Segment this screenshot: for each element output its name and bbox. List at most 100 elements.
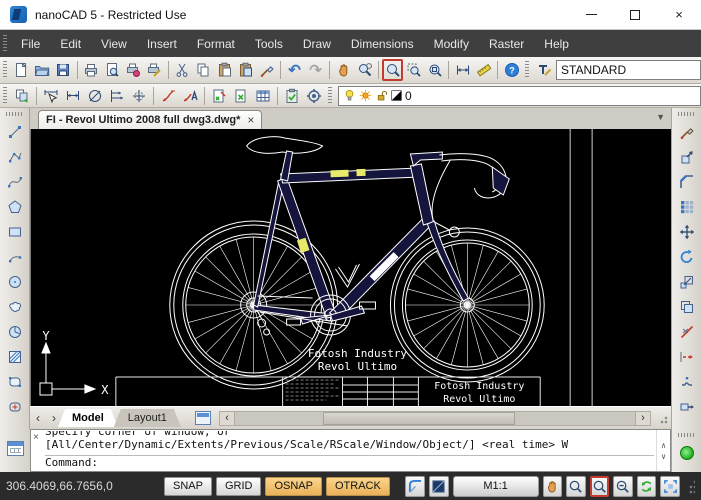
scroll-left-button[interactable]: ‹ [219, 411, 235, 426]
command-history[interactable]: Specify corner of window, or [All/Center… [45, 431, 654, 456]
scale-button[interactable] [674, 269, 700, 294]
calendar-icon[interactable] [7, 441, 24, 456]
boundary-button[interactable] [2, 394, 28, 419]
viewport-toggle-button[interactable] [429, 476, 449, 497]
text-style-button[interactable] [533, 59, 554, 81]
scroll-up-icon[interactable]: ∧ [661, 441, 666, 450]
snap-toggle[interactable]: SNAP [164, 477, 212, 496]
layer-combo[interactable]: 0 [338, 86, 701, 106]
menu-format[interactable]: Format [187, 30, 245, 57]
copy-obj-button[interactable] [674, 294, 700, 319]
scroll-track[interactable] [235, 411, 635, 426]
leader-button[interactable] [157, 85, 179, 107]
tab-layout1[interactable]: Layout1 [114, 409, 181, 427]
print-preview-button[interactable] [102, 59, 123, 81]
scroll-right-button[interactable]: › [635, 411, 651, 426]
layers-toolbar-grip[interactable] [328, 87, 332, 105]
dock-grip[interactable] [678, 433, 696, 437]
zoom-extents-button[interactable] [424, 59, 445, 81]
rotate-button[interactable] [674, 244, 700, 269]
horizontal-scrollbar[interactable]: ‹ › [219, 410, 651, 427]
document-close-icon[interactable]: × [247, 114, 254, 126]
attach-xref-button[interactable] [208, 85, 230, 107]
print-button[interactable] [81, 59, 102, 81]
layer-color-swatch[interactable] [391, 90, 402, 101]
layer-freeze-icon[interactable] [359, 89, 372, 102]
leader-text-button[interactable] [179, 85, 201, 107]
xref-button[interactable] [230, 85, 252, 107]
layer-lock-icon[interactable] [375, 89, 388, 102]
maximize-button[interactable] [613, 0, 657, 29]
undo-button[interactable]: ↶ [284, 59, 305, 81]
dim-diameter-button[interactable] [84, 85, 106, 107]
save-button[interactable] [53, 59, 74, 81]
menu-edit[interactable]: Edit [50, 30, 91, 57]
help-button[interactable]: ? [501, 59, 522, 81]
match-properties-button[interactable] [11, 85, 33, 107]
drawing-canvas[interactable]: Y X [30, 129, 671, 406]
style-toolbar-grip[interactable] [525, 61, 529, 79]
arc-button[interactable] [2, 244, 28, 269]
dim-edit-button[interactable] [40, 85, 62, 107]
print-settings-button[interactable] [144, 59, 165, 81]
grid-toggle[interactable]: GRID [216, 477, 262, 496]
status-zoom-window-button[interactable] [590, 476, 610, 497]
document-tabs-menu-button[interactable]: ▼ [656, 112, 665, 122]
scroll-down-icon[interactable]: ∨ [661, 452, 666, 461]
paste-special-button[interactable] [235, 59, 256, 81]
layer-visibility-icon[interactable] [343, 89, 356, 102]
menu-view[interactable]: View [91, 30, 137, 57]
revcloud-button[interactable] [2, 294, 28, 319]
paste-button[interactable] [214, 59, 235, 81]
toolbar2-grip[interactable] [3, 87, 7, 105]
menu-raster[interactable]: Raster [479, 30, 534, 57]
hatch-button[interactable] [2, 344, 28, 369]
toolbar1-grip[interactable] [3, 61, 7, 79]
ellipse-arc-button[interactable] [2, 319, 28, 344]
circle-button[interactable] [2, 269, 28, 294]
draw-toolbar-grip[interactable] [6, 112, 24, 116]
dim-linear-button[interactable] [62, 85, 84, 107]
erase-button[interactable] [674, 119, 700, 144]
status-zoom-in-button[interactable] [566, 476, 586, 497]
clipboard-check-button[interactable] [281, 85, 303, 107]
move-button[interactable] [674, 219, 700, 244]
redo-button[interactable]: ↷ [305, 59, 326, 81]
rectangle-button[interactable] [2, 219, 28, 244]
zoom-realtime-button[interactable] [354, 59, 375, 81]
minimize-button[interactable] [569, 0, 613, 29]
dim-center-button[interactable] [128, 85, 150, 107]
status-zoom-out-button[interactable] [613, 476, 633, 497]
close-button[interactable]: × [657, 0, 701, 29]
plot-stamp-button[interactable] [123, 59, 144, 81]
open-button[interactable] [32, 59, 53, 81]
menu-help[interactable]: Help [534, 30, 579, 57]
menu-draw[interactable]: Draw [293, 30, 341, 57]
array-button[interactable] [674, 194, 700, 219]
measure-button[interactable] [473, 59, 494, 81]
scale-display[interactable]: M1:1 [453, 476, 539, 497]
status-zoom-extents-button[interactable] [660, 476, 680, 497]
menu-insert[interactable]: Insert [137, 30, 187, 57]
menu-dimensions[interactable]: Dimensions [341, 30, 424, 57]
extend-button[interactable] [674, 344, 700, 369]
spline-button[interactable] [2, 169, 28, 194]
status-pan-button[interactable] [543, 476, 563, 497]
table-button[interactable] [252, 85, 274, 107]
command-prompt[interactable]: Command: [45, 456, 654, 470]
tab-model[interactable]: Model [58, 409, 118, 427]
chamfer-button[interactable] [674, 169, 700, 194]
copy-button[interactable] [193, 59, 214, 81]
options-button[interactable] [303, 85, 325, 107]
scroll-thumb[interactable] [323, 412, 515, 425]
layout-preview-icon[interactable] [195, 411, 211, 425]
text-style-combo[interactable]: STANDARD [556, 60, 701, 80]
command-close-icon[interactable]: × [33, 432, 39, 443]
sheet-tabs-prev-button[interactable]: ‹ [30, 410, 46, 427]
new-button[interactable] [11, 59, 32, 81]
otrack-toggle[interactable]: OTRACK [326, 477, 390, 496]
region-button[interactable] [2, 369, 28, 394]
status-indicator-icon[interactable] [680, 446, 694, 460]
command-window[interactable]: × Specify corner of window, or [All/Cent… [30, 429, 671, 472]
menubar-grip[interactable] [3, 35, 7, 53]
